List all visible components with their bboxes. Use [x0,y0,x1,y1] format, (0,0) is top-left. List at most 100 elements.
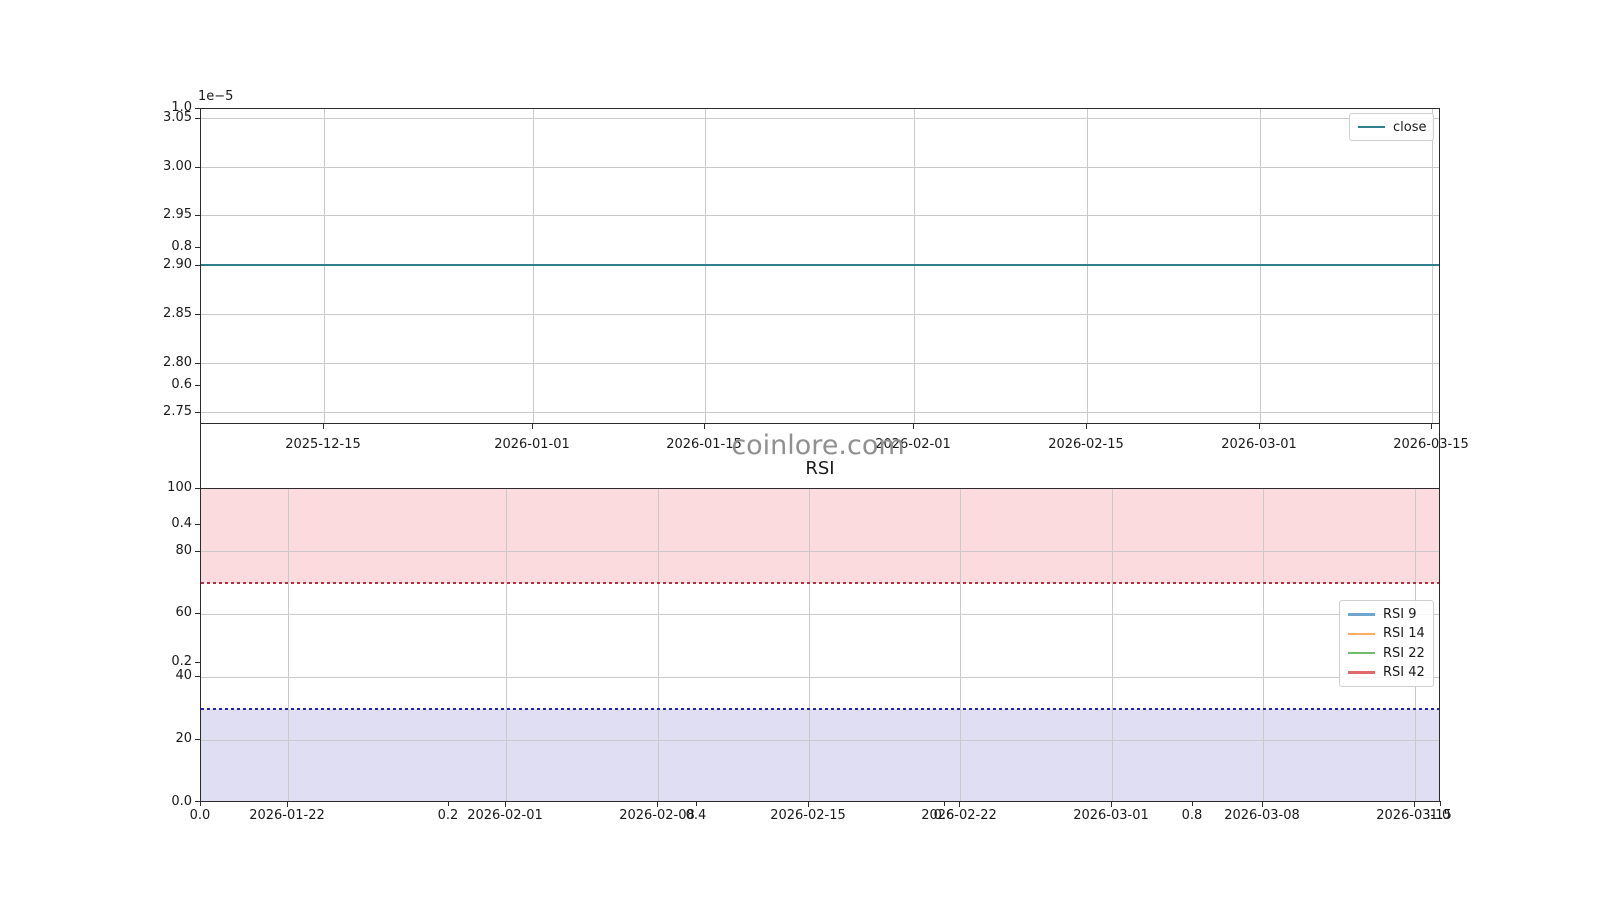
overlay-x-tick [1440,801,1441,806]
price-axes [200,108,1440,424]
price-y-tick [195,314,200,315]
legend-row-rsi-14: RSI 14 [1348,624,1425,643]
rsi42-legend-label: RSI 42 [1383,664,1425,680]
price-y-label: 2.80 [163,355,192,370]
legend-row-rsi-22: RSI 22 [1348,644,1425,663]
rsi-y-label: 0.0 [171,794,192,809]
legend-row-close: close [1358,118,1427,136]
rsi22-legend-line-icon [1348,651,1375,655]
rsi-vgrid [960,489,961,801]
price-hgrid [201,167,1439,168]
y-axis-offset-label: 1e−5 [198,89,234,104]
price-y-tick [195,363,200,364]
rsi-x-tick [959,802,960,807]
rsi-y-tick [195,801,200,802]
rsi-x-tick [1414,802,1415,807]
price-hgrid [201,314,1439,315]
close-legend-line-icon [1358,125,1385,129]
close-series-line [201,264,1439,266]
price-y-label: 3.00 [163,159,192,174]
legend-row-rsi-9: RSI 9 [1348,605,1425,624]
price-vgrid [324,109,325,423]
rsi-x-tick [657,802,658,807]
price-x-label: 2026-02-15 [1048,437,1124,452]
rsi-vgrid [506,489,507,801]
rsi-overbought-band [201,489,1439,583]
price-y-tick [195,215,200,216]
price-y-tick [195,118,200,119]
price-hgrid [201,363,1439,364]
rsi-x-label: 2026-01-22 [249,808,325,823]
rsi-y-label: 40 [175,668,192,683]
price-vgrid [533,109,534,423]
rsi-y-tick [195,488,200,489]
price-vgrid [1087,109,1088,423]
price-vgrid [705,109,706,423]
price-vgrid [914,109,915,423]
overlay-x-label: 0.2 [437,808,459,823]
rsi-x-tick [505,802,506,807]
price-x-label: 2026-03-15 [1393,437,1469,452]
rsi-vgrid [288,489,289,801]
rsi-title: RSI [805,458,835,479]
overlay-y-label: 0.6 [171,377,192,392]
price-y-tick [195,265,200,266]
chart-figure: 1.0 0.8 0.6 0.4 0.2 0.0 0.2 0.4 0.6 0.8 … [0,0,1600,900]
rsi-x-label: 2026-02-01 [467,808,543,823]
price-x-tick [1259,424,1260,429]
price-x-tick [532,424,533,429]
rsi-y-tick [195,551,200,552]
rsi-x-tick [1111,802,1112,807]
watermark: coinlore.com [731,430,905,461]
rsi-x-label: 2026-03-01 [1073,808,1149,823]
rsi-x-label: 2026-02-08 [619,808,695,823]
rsi-x-label: 2026-03-08 [1224,808,1300,823]
price-hgrid [201,118,1439,119]
rsi9-legend-line-icon [1348,613,1375,616]
rsi-x-tick [287,802,288,807]
rsi-y-label: 20 [175,731,192,746]
rsi9-legend-label: RSI 9 [1383,607,1417,623]
rsi42-legend-line-icon [1348,671,1375,674]
rsi-oversold-band [201,709,1439,801]
price-x-tick [1431,424,1432,429]
rsi-y-tick [195,739,200,740]
overlay-y-label: 0.8 [171,239,192,254]
price-vgrid [1260,109,1261,423]
rsi-y-label: 100 [167,480,192,495]
rsi-y-label: 80 [175,543,192,558]
price-y-label: 2.85 [163,306,192,321]
rsi-x-label: 2026-02-15 [770,808,846,823]
price-x-label: 2025-12-15 [285,437,361,452]
price-y-tick [195,412,200,413]
rsi-x-tick [1262,802,1263,807]
rsi-y-label: 60 [175,605,192,620]
rsi-vgrid [1112,489,1113,801]
price-y-label: 2.75 [163,404,192,419]
rsi-y-tick [195,613,200,614]
rsi-x-label: 2026-02-22 [921,808,997,823]
price-x-label: 2026-01-01 [494,437,570,452]
rsi-y-tick [195,676,200,677]
rsi22-legend-label: RSI 22 [1383,645,1425,661]
price-y-label: 3.05 [163,110,192,125]
price-x-tick [913,424,914,429]
rsi-oversold-line [201,708,1439,710]
rsi-hgrid [201,614,1439,615]
price-x-tick [323,424,324,429]
price-y-label: 2.95 [163,207,192,222]
rsi-axes [200,488,1440,802]
overlay-x-label: 0.8 [1181,808,1203,823]
rsi-hgrid [201,677,1439,678]
close-legend-label: close [1393,119,1427,135]
rsi-x-tick [808,802,809,807]
overlay-x-label: 0.0 [189,808,211,823]
price-x-tick [704,424,705,429]
rsi-overbought-line [201,582,1439,584]
price-y-label: 2.90 [163,257,192,272]
price-legend: close [1349,113,1434,141]
legend-row-rsi-42: RSI 42 [1348,663,1425,682]
overlay-y-label: 0.4 [171,516,192,531]
rsi-vgrid [809,489,810,801]
rsi-vgrid [1263,489,1264,801]
